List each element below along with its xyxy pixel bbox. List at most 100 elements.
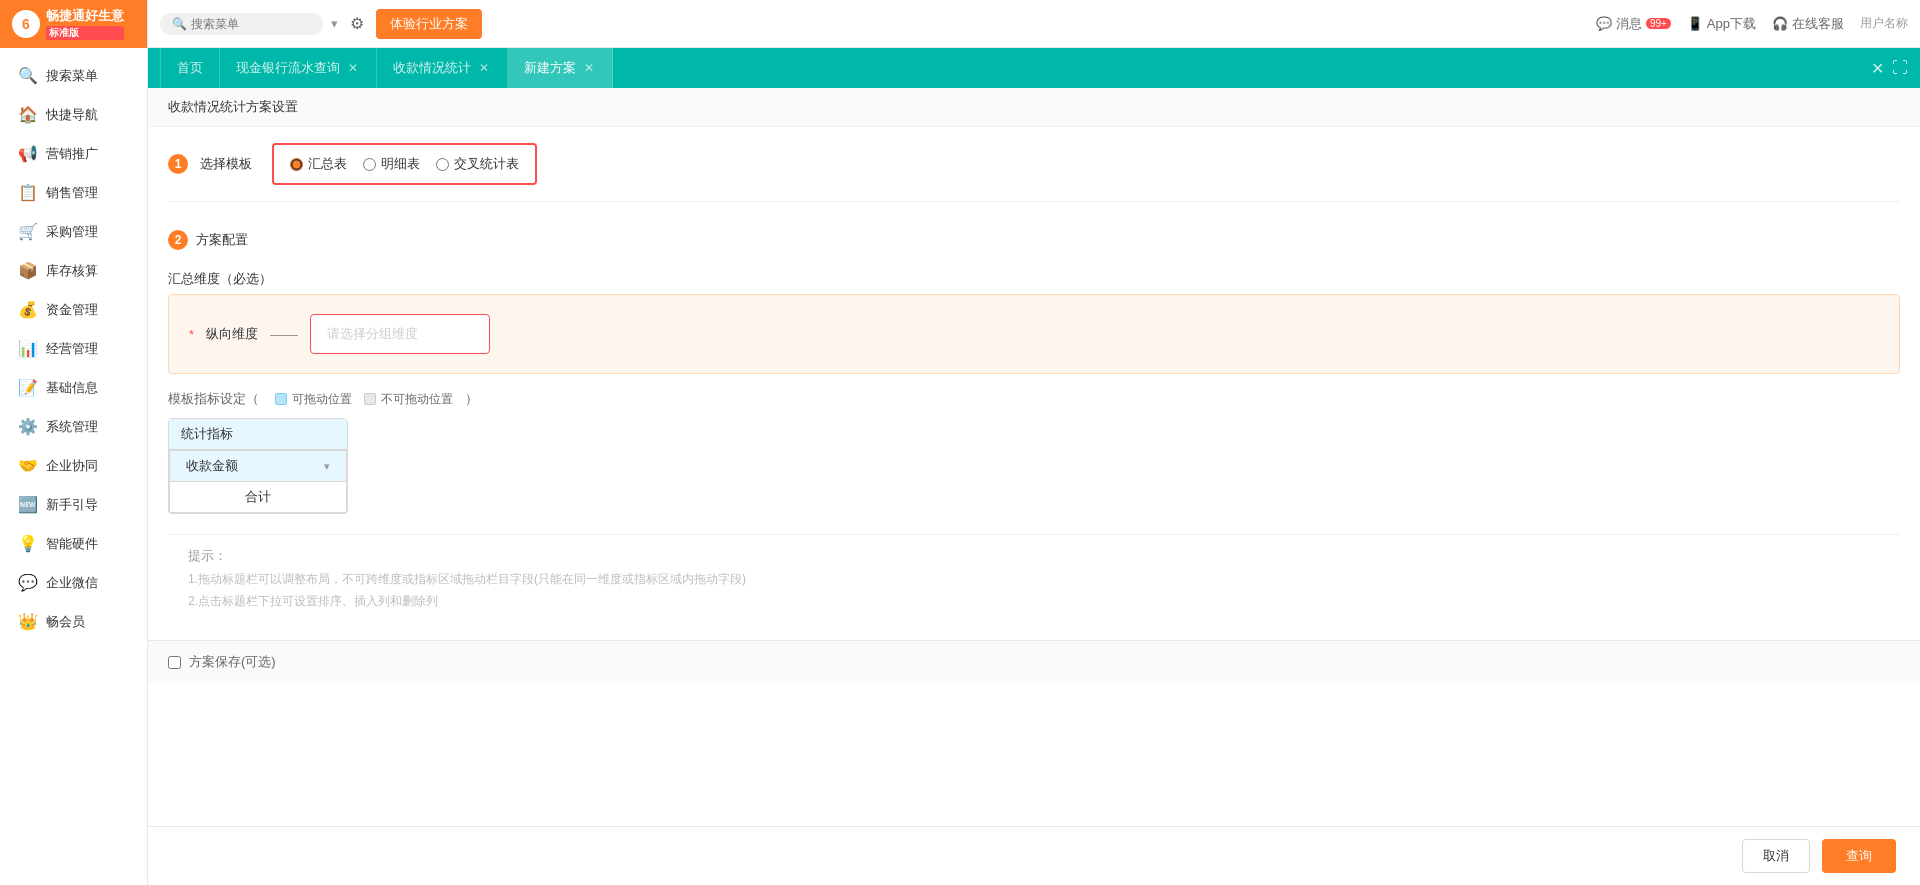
dropdown-arrow-icon[interactable]: ▾ bbox=[331, 16, 338, 31]
tips-section: 提示： 1.拖动标题栏可以调整布局，不可跨维度或指标区域拖动栏目字段(只能在同一… bbox=[168, 534, 1900, 624]
sidebar-item-guide[interactable]: 🆕 新手引导 bbox=[0, 485, 147, 524]
step2-title: 方案配置 bbox=[196, 231, 248, 249]
legend-suffix: ） bbox=[465, 390, 478, 408]
tab-home-label: 首页 bbox=[177, 59, 203, 77]
service-action[interactable]: 🎧 在线客服 bbox=[1772, 15, 1844, 33]
search-icon: 🔍 bbox=[172, 17, 187, 31]
sidebar-item-search[interactable]: 🔍 搜索菜单 bbox=[0, 56, 147, 95]
template-select-box: 汇总表 明细表 交叉统计表 bbox=[272, 143, 537, 185]
sidebar-item-label: 销售管理 bbox=[46, 184, 98, 202]
sidebar: 6 畅捷通好生意 标准版 🔍 搜索菜单 🏠 快捷导航 📢 营销推广 📋 销售管理… bbox=[0, 0, 148, 885]
management-icon: 📊 bbox=[18, 339, 38, 358]
header: 🔍 ▾ ⚙ 体验行业方案 💬 消息 99+ 📱 App下载 🎧 在线客服 用户名… bbox=[148, 0, 1920, 48]
radio-summary[interactable]: 汇总表 bbox=[290, 155, 347, 173]
tab-new-plan-close-icon[interactable]: ✕ bbox=[582, 61, 596, 75]
sidebar-item-member[interactable]: 👑 畅会员 bbox=[0, 602, 147, 641]
query-button[interactable]: 查询 bbox=[1822, 839, 1896, 873]
tab-bank-flow-close-icon[interactable]: ✕ bbox=[346, 61, 360, 75]
content-area: 收款情况统计方案设置 1 选择模板 汇总表 bbox=[148, 88, 1920, 826]
radio-summary-input[interactable] bbox=[290, 158, 303, 171]
download-action[interactable]: 📱 App下载 bbox=[1687, 15, 1756, 33]
tab-collection-stats-close-icon[interactable]: ✕ bbox=[477, 61, 491, 75]
sidebar-item-sales[interactable]: 📋 销售管理 bbox=[0, 173, 147, 212]
download-icon: 📱 bbox=[1687, 16, 1703, 31]
search-icon: 🔍 bbox=[18, 66, 38, 85]
sidebar-item-hardware[interactable]: 💡 智能硬件 bbox=[0, 524, 147, 563]
dimension-group: 汇总维度（必选） * 纵向维度 —— 请选择分组维度 bbox=[168, 270, 1900, 374]
download-label: App下载 bbox=[1707, 15, 1756, 33]
sidebar-item-management[interactable]: 📊 经营管理 bbox=[0, 329, 147, 368]
metrics-table-area: 统计指标 收款金额 ▾ 合计 bbox=[168, 418, 1900, 514]
sidebar-item-label: 基础信息 bbox=[46, 379, 98, 397]
dimension-group-label: 汇总维度（必选） bbox=[168, 270, 1900, 288]
radio-detail-input[interactable] bbox=[363, 158, 376, 171]
industry-button[interactable]: 体验行业方案 bbox=[376, 9, 482, 39]
sidebar-item-finance[interactable]: 💰 资金管理 bbox=[0, 290, 147, 329]
sidebar-item-nav[interactable]: 🏠 快捷导航 bbox=[0, 95, 147, 134]
legend-draggable: 可拖动位置 bbox=[275, 391, 352, 408]
cancel-button[interactable]: 取消 bbox=[1742, 839, 1810, 873]
tab-bank-flow[interactable]: 现金银行流水查询 ✕ bbox=[220, 48, 377, 88]
radio-detail[interactable]: 明细表 bbox=[363, 155, 420, 173]
sidebar-item-wechat[interactable]: 💬 企业微信 bbox=[0, 563, 147, 602]
sidebar-item-purchase[interactable]: 🛒 采购管理 bbox=[0, 212, 147, 251]
tab-collection-stats[interactable]: 收款情况统计 ✕ bbox=[377, 48, 508, 88]
step1-header: 1 选择模板 汇总表 明细表 bbox=[168, 143, 1900, 185]
user-name[interactable]: 用户名称 bbox=[1860, 15, 1908, 32]
sidebar-item-marketing[interactable]: 📢 营销推广 bbox=[0, 134, 147, 173]
sidebar-item-label: 快捷导航 bbox=[46, 106, 98, 124]
save-label: 方案保存(可选) bbox=[189, 653, 276, 671]
tab-expand-icon[interactable]: ⛶ bbox=[1892, 59, 1908, 78]
legend-fixed-label: 不可拖动位置 bbox=[381, 391, 453, 408]
sidebar-item-label: 企业微信 bbox=[46, 574, 98, 592]
tab-home[interactable]: 首页 bbox=[160, 48, 220, 88]
tab-new-plan[interactable]: 新建方案 ✕ bbox=[508, 48, 613, 88]
sidebar-item-system[interactable]: ⚙️ 系统管理 bbox=[0, 407, 147, 446]
metrics-table-container: 统计指标 收款金额 ▾ 合计 bbox=[168, 418, 348, 514]
step1-title: 选择模板 bbox=[200, 155, 252, 173]
step2-header: 2 方案配置 bbox=[168, 218, 1900, 258]
hardware-icon: 💡 bbox=[18, 534, 38, 553]
guide-icon: 🆕 bbox=[18, 495, 38, 514]
brand-name: 畅捷通好生意 bbox=[46, 8, 124, 24]
service-icon: 🎧 bbox=[1772, 16, 1788, 31]
message-action[interactable]: 💬 消息 99+ bbox=[1596, 15, 1671, 33]
sidebar-item-collab[interactable]: 🤝 企业协同 bbox=[0, 446, 147, 485]
inventory-icon: 📦 bbox=[18, 261, 38, 280]
collab-icon: 🤝 bbox=[18, 456, 38, 475]
sidebar-item-label: 采购管理 bbox=[46, 223, 98, 241]
metrics-col-header[interactable]: 收款金额 ▾ bbox=[169, 450, 347, 482]
message-label: 消息 bbox=[1616, 15, 1642, 33]
radio-cross-label: 交叉统计表 bbox=[454, 155, 519, 173]
radio-group: 汇总表 明细表 交叉统计表 bbox=[290, 155, 519, 173]
search-input[interactable] bbox=[191, 17, 311, 31]
sidebar-item-label: 库存核算 bbox=[46, 262, 98, 280]
tab-bar-controls: ✕ ⛶ bbox=[1871, 59, 1908, 78]
radio-summary-label: 汇总表 bbox=[308, 155, 347, 173]
metrics-title-row: 模板指标设定（ 可拖动位置 不可拖动位置 ） bbox=[168, 390, 1900, 408]
metrics-legend: 可拖动位置 不可拖动位置 ） bbox=[275, 390, 478, 408]
gear-icon[interactable]: ⚙ bbox=[350, 14, 364, 33]
dim-select-box[interactable]: 请选择分组维度 bbox=[310, 314, 490, 354]
sidebar-item-basics[interactable]: 📝 基础信息 bbox=[0, 368, 147, 407]
sidebar-item-inventory[interactable]: 📦 库存核算 bbox=[0, 251, 147, 290]
tab-bar: 首页 现金银行流水查询 ✕ 收款情况统计 ✕ 新建方案 ✕ ✕ ⛶ bbox=[148, 48, 1920, 88]
header-actions: 💬 消息 99+ 📱 App下载 🎧 在线客服 用户名称 bbox=[1596, 15, 1908, 33]
service-label: 在线客服 bbox=[1792, 15, 1844, 33]
radio-cross-input[interactable] bbox=[436, 158, 449, 171]
legend-draggable-dot bbox=[275, 393, 287, 405]
wechat-icon: 💬 bbox=[18, 573, 38, 592]
legend-fixed-dot bbox=[364, 393, 376, 405]
search-bar[interactable]: 🔍 bbox=[160, 13, 323, 35]
page-title: 收款情况统计方案设置 bbox=[168, 99, 298, 114]
save-checkbox[interactable] bbox=[168, 656, 181, 669]
tab-close-all-icon[interactable]: ✕ bbox=[1871, 59, 1884, 78]
sidebar-item-label: 资金管理 bbox=[46, 301, 98, 319]
message-badge: 99+ bbox=[1646, 18, 1671, 29]
basics-icon: 📝 bbox=[18, 378, 38, 397]
chevron-down-icon: ▾ bbox=[324, 460, 330, 473]
legend-fixed: 不可拖动位置 bbox=[364, 391, 453, 408]
step1-section: 1 选择模板 汇总表 明细表 bbox=[148, 127, 1920, 201]
sidebar-item-label: 智能硬件 bbox=[46, 535, 98, 553]
radio-cross[interactable]: 交叉统计表 bbox=[436, 155, 519, 173]
